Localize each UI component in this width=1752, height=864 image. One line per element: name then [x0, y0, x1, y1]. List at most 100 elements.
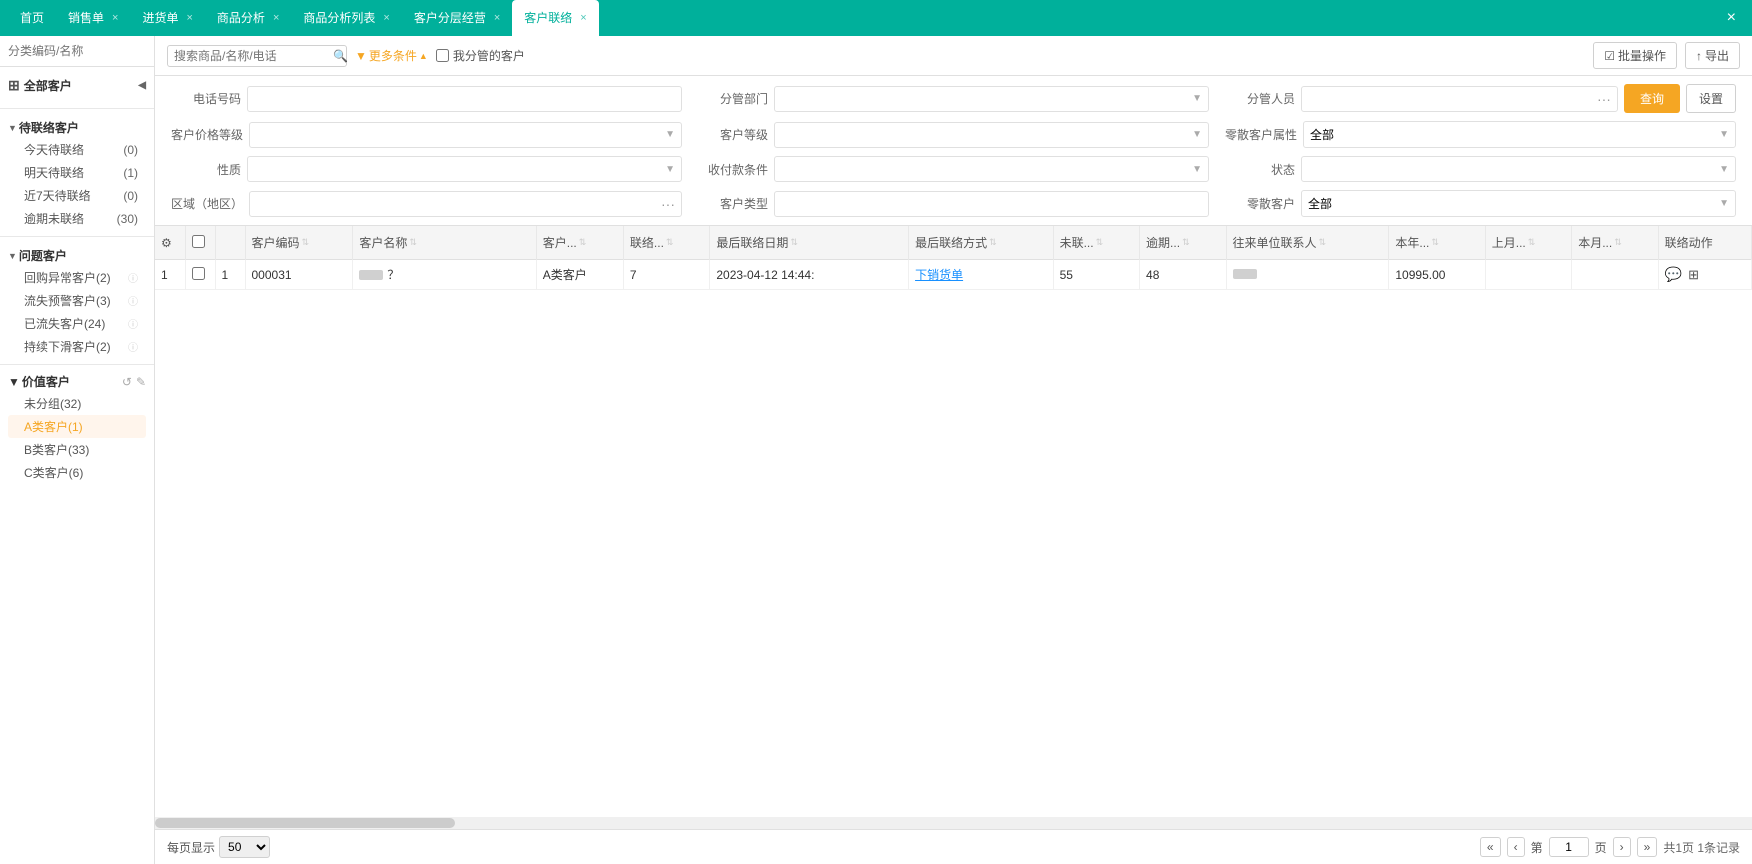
- refresh-icon[interactable]: ↺: [122, 375, 132, 389]
- payment-input[interactable]: ▼: [774, 156, 1209, 182]
- select-all-checkbox[interactable]: [192, 235, 205, 248]
- row-contact-1: 7: [623, 260, 709, 290]
- horizontal-scrollbar[interactable]: [155, 817, 1752, 829]
- pending-contact-label[interactable]: ▼ 待联络客户: [8, 115, 146, 138]
- filter-row-retail-customer: 零散客户 全部 ▼: [1225, 190, 1736, 217]
- phone-label: 电话号码: [171, 90, 241, 107]
- all-customers-title[interactable]: ⊞ 全部客户 ◀: [8, 73, 146, 98]
- th-this-year[interactable]: 本年... ⇅: [1389, 226, 1485, 260]
- last-page-button[interactable]: »: [1637, 837, 1658, 857]
- status-input[interactable]: ▼: [1301, 156, 1736, 182]
- th-checkbox[interactable]: [185, 226, 215, 260]
- nav-home[interactable]: 首页: [8, 0, 56, 36]
- th-this-month[interactable]: 本月... ⇅: [1572, 226, 1658, 260]
- sidebar-item-c-customers[interactable]: C类客户(6): [8, 461, 146, 484]
- close-purchase-order[interactable]: ×: [186, 0, 192, 36]
- th-customer-name[interactable]: 客户名称 ⇅: [353, 226, 536, 260]
- th-last-contact-date[interactable]: 最后联络日期 ⇅: [710, 226, 909, 260]
- value-customer-title[interactable]: ▼ 价值客户: [8, 373, 70, 390]
- page-size-select[interactable]: 50 100 200: [219, 836, 270, 858]
- export-icon: ↑: [1696, 49, 1702, 63]
- first-page-button[interactable]: «: [1480, 837, 1501, 857]
- page-number-input[interactable]: [1549, 837, 1589, 857]
- th-gear[interactable]: ⚙: [155, 226, 185, 260]
- prev-page-button[interactable]: ‹: [1507, 837, 1525, 857]
- row-code-1: 000031: [245, 260, 353, 290]
- close-sales-order[interactable]: ×: [112, 0, 118, 36]
- edit-icon[interactable]: ✎: [136, 375, 146, 389]
- dept-input[interactable]: ▼: [774, 86, 1209, 112]
- info-icon-2: ⓘ: [128, 293, 138, 308]
- sidebar-search-input[interactable]: [8, 44, 155, 58]
- close-customer-stratification[interactable]: ×: [494, 0, 500, 36]
- sidebar-item-7days[interactable]: 近7天待联络 (0): [8, 184, 146, 207]
- sidebar-item-repurchase-abnormal[interactable]: 回购异常客户(2) ⓘ: [8, 266, 146, 289]
- sidebar-item-declining[interactable]: 持续下滑客户(2) ⓘ: [8, 335, 146, 358]
- retail-attr-input[interactable]: 全部 ▼: [1303, 121, 1736, 148]
- contact-way-link[interactable]: 下销货单: [915, 268, 963, 282]
- value-customer-header: ▼ 价值客户 ↺ ✎: [8, 371, 146, 392]
- th-customer-code[interactable]: 客户编码 ⇅: [245, 226, 353, 260]
- phone-input[interactable]: [247, 86, 682, 112]
- nav-product-analysis-list[interactable]: 商品分析列表 ×: [291, 0, 401, 36]
- search-button[interactable]: 查询: [1624, 84, 1680, 113]
- retail-customer-input[interactable]: 全部 ▼: [1301, 190, 1736, 217]
- sidebar-item-a-customers[interactable]: A类客户(1): [8, 415, 146, 438]
- grid-icon[interactable]: ⊞: [1688, 267, 1699, 283]
- close-product-analysis-list[interactable]: ×: [383, 0, 389, 36]
- export-button[interactable]: ↑ 导出: [1685, 42, 1740, 69]
- unit-contact-masked: [1233, 269, 1257, 279]
- gear-icon[interactable]: ⚙: [161, 236, 172, 250]
- sort-icon-name: ⇅: [409, 237, 417, 248]
- sidebar-item-overdue[interactable]: 逾期未联络 (30): [8, 207, 146, 230]
- sidebar-item-churn-warning[interactable]: 流失预警客户(3) ⓘ: [8, 289, 146, 312]
- region-label: 区域（地区）: [171, 195, 243, 212]
- region-input[interactable]: ···: [249, 191, 682, 217]
- th-no-contact[interactable]: 未联... ⇅: [1053, 226, 1139, 260]
- th-unit-contact[interactable]: 往来单位联系人 ⇅: [1226, 226, 1389, 260]
- my-customers-check[interactable]: [436, 49, 449, 62]
- th-last-contact-way[interactable]: 最后联络方式 ⇅: [909, 226, 1054, 260]
- th-last-month[interactable]: 上月... ⇅: [1485, 226, 1571, 260]
- bottom-bar: 每页显示 50 100 200 « ‹ 第 页 › » 共1页 1条记录: [155, 829, 1752, 864]
- nav-product-analysis[interactable]: 商品分析 ×: [205, 0, 291, 36]
- batch-ops-button[interactable]: ☑ 批量操作: [1593, 42, 1677, 69]
- problem-customer-label[interactable]: ▼ 问题客户: [8, 243, 146, 266]
- sort-icon-unit: ⇅: [1319, 237, 1327, 248]
- settings-button[interactable]: 设置: [1686, 84, 1736, 113]
- close-customer-contact[interactable]: ×: [580, 0, 586, 36]
- window-close-button[interactable]: ×: [1719, 9, 1744, 27]
- nav-customer-contact[interactable]: 客户联络 ×: [512, 0, 598, 36]
- message-icon[interactable]: 💬: [1665, 266, 1682, 283]
- row-category-1: A类客户: [536, 260, 623, 290]
- customer-level-input[interactable]: ▼: [774, 122, 1209, 148]
- th-contact[interactable]: 联络... ⇅: [623, 226, 709, 260]
- person-input[interactable]: ···: [1301, 86, 1618, 112]
- customer-type-label: 客户类型: [698, 195, 768, 212]
- customer-type-input[interactable]: [774, 191, 1209, 217]
- nature-input[interactable]: ▼: [247, 156, 682, 182]
- my-customers-checkbox[interactable]: 我分管的客户: [436, 47, 525, 64]
- filter-row-payment: 收付款条件 ▼: [698, 156, 1209, 182]
- th-customer-category[interactable]: 客户... ⇅: [536, 226, 623, 260]
- nav-customer-stratification[interactable]: 客户分层经营 ×: [402, 0, 512, 36]
- nav-purchase-order[interactable]: 进货单 ×: [130, 0, 204, 36]
- sidebar-item-churned[interactable]: 已流失客户(24) ⓘ: [8, 312, 146, 335]
- price-level-input[interactable]: ▼: [249, 122, 682, 148]
- filter-more-button[interactable]: ▼ 更多条件 ▲: [355, 47, 428, 64]
- th-overdue[interactable]: 逾期... ⇅: [1140, 226, 1226, 260]
- scroll-thumb[interactable]: [155, 818, 455, 828]
- sidebar-item-ungrouped[interactable]: 未分组(32): [8, 392, 146, 415]
- next-page-button[interactable]: ›: [1613, 837, 1631, 857]
- row-checkbox-1[interactable]: [185, 260, 215, 290]
- sidebar-item-b-customers[interactable]: B类客户(33): [8, 438, 146, 461]
- row-last-contact-way-1[interactable]: 下销货单: [909, 260, 1054, 290]
- row-check-1[interactable]: [192, 267, 205, 280]
- sidebar-item-today[interactable]: 今天待联络 (0): [8, 138, 146, 161]
- filter-row-dept: 分管部门 ▼: [698, 84, 1209, 113]
- sort-icon-date: ⇅: [790, 237, 798, 248]
- close-product-analysis[interactable]: ×: [273, 0, 279, 36]
- filter-search-input[interactable]: [174, 49, 329, 63]
- nav-sales-order[interactable]: 销售单 ×: [56, 0, 130, 36]
- sidebar-item-tomorrow[interactable]: 明天待联络 (1): [8, 161, 146, 184]
